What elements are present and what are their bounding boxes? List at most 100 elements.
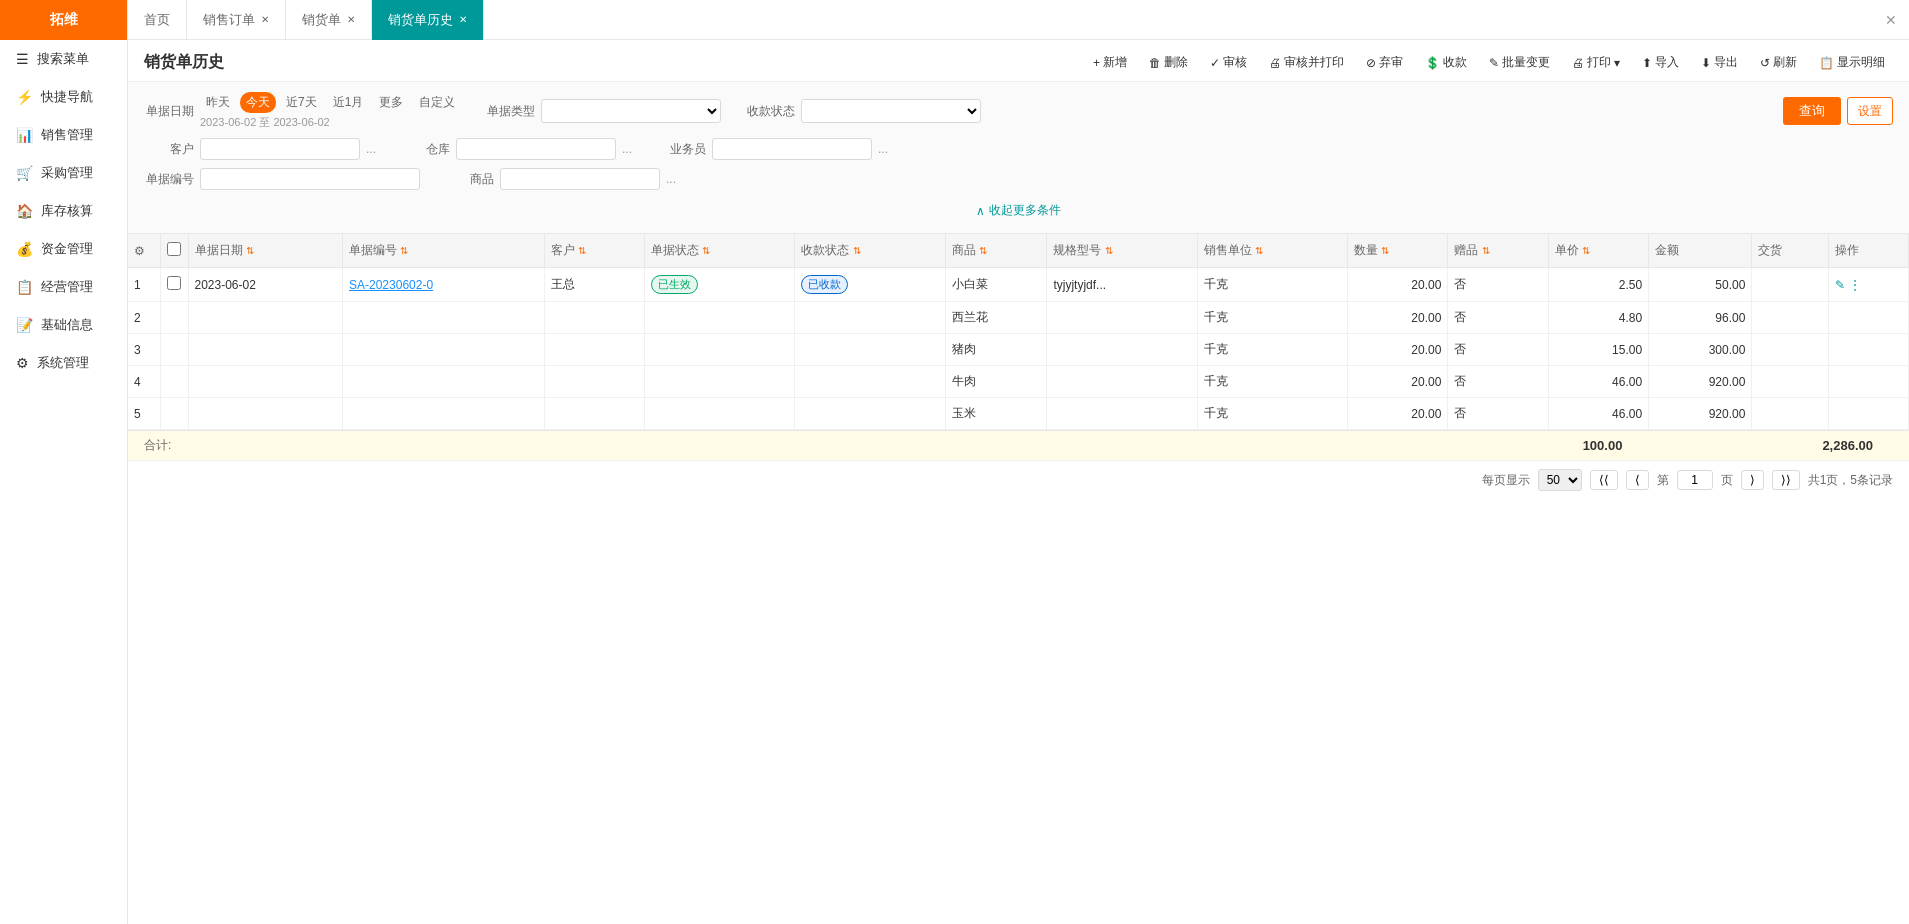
col-doc-status[interactable]: 单据状态 ⇅ — [645, 234, 795, 268]
salesperson-dots[interactable]: ... — [878, 142, 888, 156]
sidebar-item-purchase-mgmt[interactable]: 🛒 采购管理 — [0, 154, 127, 192]
col-unit-label: 销售单位 — [1204, 243, 1252, 257]
edit-op-btn[interactable]: ✎ — [1835, 278, 1845, 292]
page-number-input[interactable] — [1677, 470, 1713, 490]
select-all-checkbox[interactable] — [167, 242, 181, 256]
col-qty[interactable]: 数量 ⇅ — [1347, 234, 1447, 268]
batch-change-icon: ✎ — [1489, 56, 1499, 70]
import-button[interactable]: ⬆ 导入 — [1634, 50, 1687, 75]
col-gift[interactable]: 赠品 ⇅ — [1448, 234, 1548, 268]
sidebar-item-label: 经营管理 — [41, 278, 93, 296]
date-pill-1month[interactable]: 近1月 — [327, 92, 370, 113]
date-pill-yesterday[interactable]: 昨天 — [200, 92, 236, 113]
sidebar-item-system-mgmt[interactable]: ⚙ 系统管理 — [0, 344, 127, 382]
col-collect-status[interactable]: 收款状态 ⇅ — [795, 234, 945, 268]
row-action-1 — [1829, 302, 1909, 334]
doc-type-select[interactable] — [541, 99, 721, 123]
row-transaction-3 — [1752, 366, 1829, 398]
query-button[interactable]: 查询 — [1783, 97, 1841, 125]
col-doc-date[interactable]: 单据日期 ⇅ — [188, 234, 343, 268]
inventory-icon: 🏠 — [16, 203, 33, 219]
col-unit[interactable]: 销售单位 ⇅ — [1197, 234, 1347, 268]
filter-salesperson: 业务员 ... — [656, 138, 888, 160]
goods-dots[interactable]: ... — [666, 172, 676, 186]
row-amount-1: 96.00 — [1649, 302, 1752, 334]
content-area: 销货单历史 + 新增 🗑 删除 ✓ 审核 🖨 审核并打印 — [128, 40, 1909, 924]
batch-change-button[interactable]: ✎ 批量变更 — [1481, 50, 1558, 75]
print-button[interactable]: 🖨 打印 ▾ — [1564, 50, 1628, 75]
col-settings[interactable]: ⚙ — [128, 234, 160, 268]
more-op-btn[interactable]: ⋮ — [1849, 278, 1861, 292]
date-pill-more[interactable]: 更多 — [373, 92, 409, 113]
per-page-select[interactable]: 50 — [1538, 469, 1582, 491]
settings-button[interactable]: 设置 — [1847, 97, 1893, 125]
tab-sales-delivery[interactable]: 销货单 ✕ — [286, 0, 372, 40]
tab-sales-order-close[interactable]: ✕ — [261, 14, 269, 25]
warehouse-dots[interactable]: ... — [622, 142, 632, 156]
sidebar-item-operations[interactable]: 📋 经营管理 — [0, 268, 127, 306]
tab-sales-history-close[interactable]: ✕ — [459, 14, 467, 25]
audit-icon: ✓ — [1210, 56, 1220, 70]
customer-dots[interactable]: ... — [366, 142, 376, 156]
collapse-button[interactable]: ∧ 收起更多条件 — [144, 198, 1893, 223]
row-doc-status-0: 已生效 — [645, 268, 795, 302]
doc-no-link[interactable]: SA-20230602-0 — [349, 278, 433, 292]
col-transaction: 交货 — [1752, 234, 1829, 268]
sidebar-item-finance[interactable]: 💰 资金管理 — [0, 230, 127, 268]
row-num-4: 5 — [128, 398, 160, 430]
warehouse-input[interactable] — [456, 138, 616, 160]
salesperson-input[interactable] — [712, 138, 872, 160]
row-select-checkbox[interactable] — [167, 276, 181, 290]
date-pill-today[interactable]: 今天 — [240, 92, 276, 113]
col-transaction-label: 交货 — [1758, 243, 1782, 257]
refresh-button[interactable]: ↺ 刷新 — [1752, 50, 1805, 75]
row-checkbox-4 — [160, 398, 188, 430]
doc-status-sort-icon: ⇅ — [702, 245, 710, 256]
col-goods[interactable]: 商品 ⇅ — [945, 234, 1047, 268]
row-num-1: 2 — [128, 302, 160, 334]
customer-input[interactable] — [200, 138, 360, 160]
purchase-icon: 🛒 — [16, 165, 33, 181]
discard-button[interactable]: ⊘ 弃审 — [1358, 50, 1411, 75]
finance-icon: 💰 — [16, 241, 33, 257]
audit-print-button[interactable]: 🖨 审核并打印 — [1261, 50, 1352, 75]
col-unit-price[interactable]: 单价 ⇅ — [1548, 234, 1648, 268]
tab-sales-order[interactable]: 销售订单 ✕ — [187, 0, 286, 40]
sidebar-item-quick-nav[interactable]: ⚡ 快捷导航 — [0, 78, 127, 116]
date-pill-custom[interactable]: 自定义 — [413, 92, 461, 113]
sidebar-item-sales-mgmt[interactable]: 📊 销售管理 — [0, 116, 127, 154]
discard-icon: ⊘ — [1366, 56, 1376, 70]
row-unit-1: 千克 — [1197, 302, 1347, 334]
audit-button[interactable]: ✓ 审核 — [1202, 50, 1255, 75]
filter-area: 单据日期 昨天 今天 近7天 近1月 更多 自定义 2023-06-02 至 2… — [128, 82, 1909, 234]
row-qty-1: 20.00 — [1347, 302, 1447, 334]
goods-input[interactable] — [500, 168, 660, 190]
col-spec[interactable]: 规格型号 ⇅ — [1047, 234, 1197, 268]
sidebar-item-basic-info[interactable]: 📝 基础信息 — [0, 306, 127, 344]
tab-bar-close[interactable]: ✕ — [1873, 12, 1909, 28]
date-pill-7days[interactable]: 近7天 — [280, 92, 323, 113]
row-gift-1: 否 — [1448, 302, 1548, 334]
first-page-button[interactable]: ⟨⟨ — [1590, 470, 1618, 490]
collect-status-select[interactable] — [801, 99, 981, 123]
col-customer[interactable]: 客户 ⇅ — [544, 234, 644, 268]
tab-sales-history[interactable]: 销货单历史 ✕ — [372, 0, 484, 40]
last-page-button[interactable]: ⟩⟩ — [1772, 470, 1800, 490]
export-button[interactable]: ⬇ 导出 — [1693, 50, 1746, 75]
sidebar-item-search-menu[interactable]: ☰ 搜索菜单 — [0, 40, 127, 78]
delete-button[interactable]: 🗑 删除 — [1141, 50, 1196, 75]
add-button[interactable]: + 新增 — [1085, 50, 1135, 75]
tab-sales-delivery-close[interactable]: ✕ — [347, 14, 355, 25]
doc-no-input[interactable] — [200, 168, 420, 190]
prev-page-button[interactable]: ⟨ — [1626, 470, 1649, 490]
row-amount-4: 920.00 — [1649, 398, 1752, 430]
customer-sort-icon: ⇅ — [578, 245, 586, 256]
next-page-button[interactable]: ⟩ — [1741, 470, 1764, 490]
col-doc-no[interactable]: 单据编号 ⇅ — [343, 234, 545, 268]
show-detail-button[interactable]: 📋 显示明细 — [1811, 50, 1893, 75]
col-doc-date-label: 单据日期 — [195, 243, 243, 257]
sidebar-item-inventory[interactable]: 🏠 库存核算 — [0, 192, 127, 230]
tab-home[interactable]: 首页 — [128, 0, 187, 40]
collect-button[interactable]: 💲 收款 — [1417, 50, 1475, 75]
row-amount-2: 300.00 — [1649, 334, 1752, 366]
